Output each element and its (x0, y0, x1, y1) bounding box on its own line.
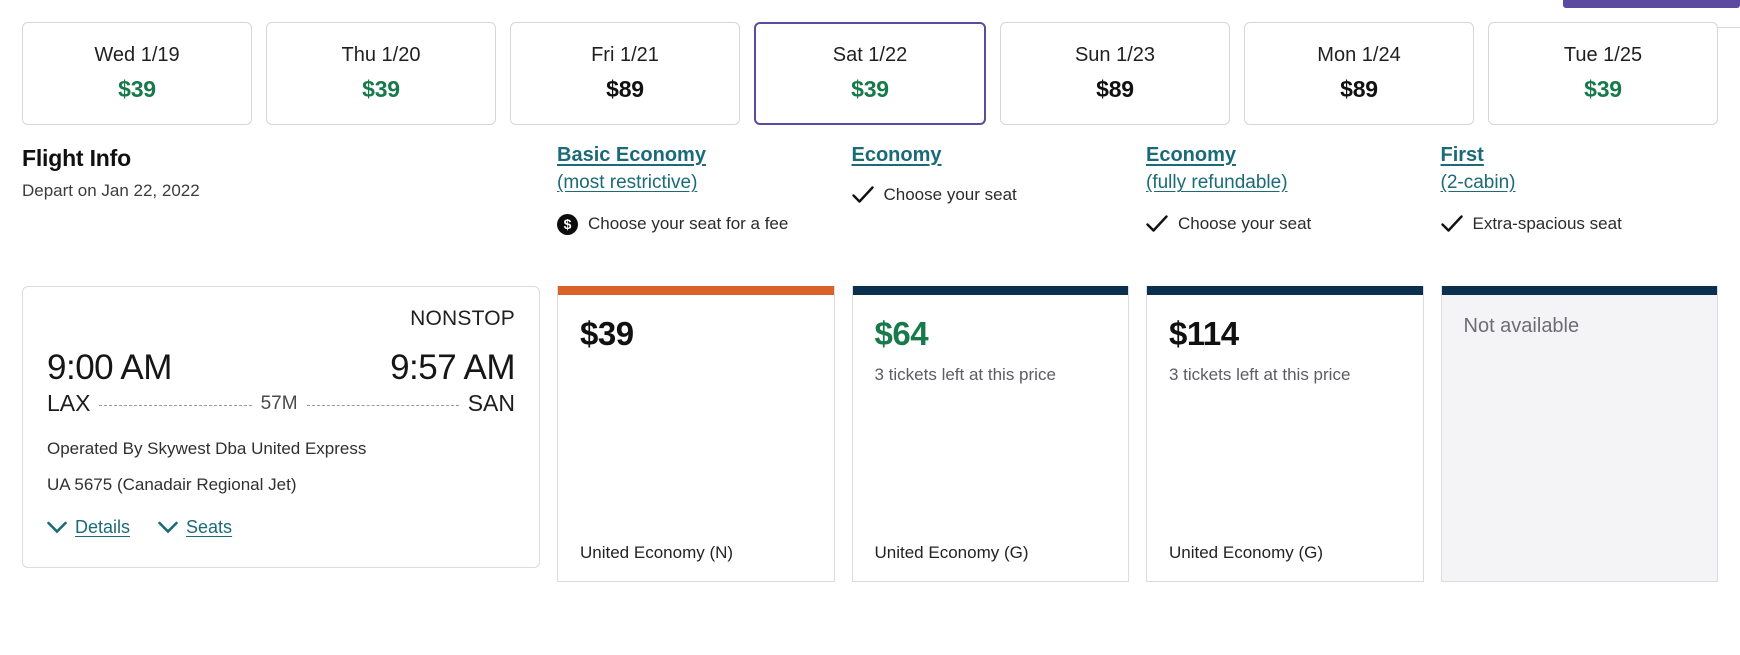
fare-column-header-2: Economy (fully refundable) Choose your sea… (1129, 136, 1424, 256)
fare-class-sublink[interactable]: (2-cabin) (1441, 169, 1719, 197)
date-card-fri-1-21[interactable]: Fri 1/21 $89 (510, 22, 740, 125)
depart-time: 9:00 AM (47, 348, 172, 387)
fare-cell-3: Not available (1440, 286, 1718, 582)
details-label: Details (75, 517, 131, 537)
fare-cell-0[interactable]: $39 United Economy (N) (557, 286, 835, 582)
fare-feature-text: Extra-spacious seat (1472, 213, 1622, 233)
date-card-price: $89 (1340, 76, 1378, 102)
date-card-thu-1-20[interactable]: Thu 1/20 $39 (266, 22, 496, 125)
date-selector-strip: Wed 1/19 $39 Thu 1/20 $39 Fri 1/21 $89 Sat 1/2… (0, 22, 1740, 125)
check-icon (851, 186, 874, 204)
fare-header-row: Flight Info Depart on Jan 22, 2022 Basic… (0, 136, 1740, 256)
stops-label: NONSTOP (410, 307, 515, 330)
fare-cell-body: $114 3 tickets left at this price (1147, 295, 1423, 543)
fare-feature-line: Choose your seat (1146, 214, 1424, 234)
date-card-label: Sun 1/23 (1074, 44, 1156, 66)
date-card-price: $39 (1584, 76, 1622, 102)
date-card-label: Wed 1/19 (94, 44, 180, 66)
arrive-time: 9:57 AM (390, 348, 515, 387)
fare-cell-price: $64 (874, 315, 929, 352)
flight-info-header: Flight Info Depart on Jan 22, 2022 (22, 136, 540, 256)
fare-class-sublink[interactable]: (most restrictive) (557, 169, 835, 197)
fare-cell-topbar (1147, 286, 1423, 295)
fare-cell-1[interactable]: $64 3 tickets left at this price United Ec… (851, 286, 1129, 582)
fare-class-sublink[interactable]: (fully refundable) (1146, 169, 1424, 197)
date-card-price: $39 (851, 76, 889, 102)
date-card-label: Fri 1/21 (591, 44, 659, 66)
fare-cell-price: $114 (1169, 315, 1239, 352)
date-card-label: Thu 1/20 (341, 44, 421, 66)
date-card-price: $89 (1096, 76, 1134, 102)
fare-feature-line: Choose your seat (851, 185, 1130, 205)
fare-cells-container: $39 United Economy (N) $64 3 tickets left a… (540, 286, 1718, 582)
flight-number-label: UA 5675 (Canadair Regional Jet) (47, 475, 297, 494)
fare-feature-text: Choose your seat (883, 185, 1017, 205)
fare-column-header-1: Economy Choose your seat (835, 136, 1130, 256)
fare-cell-name: United Economy (G) (1169, 543, 1323, 562)
fare-column-headers: Basic Economy (most restrictive) $ Choose y… (540, 136, 1718, 256)
route-line-right (306, 404, 459, 406)
fare-cell-name: United Economy (N) (580, 543, 734, 562)
tickets-left-label: 3 tickets left at this price (1169, 365, 1351, 384)
duration-label: 57M (260, 392, 298, 414)
route-line-left (99, 404, 252, 406)
date-card-tue-1-25[interactable]: Tue 1/25 $39 (1488, 22, 1718, 125)
page-title: Flight Info (22, 145, 131, 171)
top-purple-bar[interactable] (1563, 0, 1740, 8)
date-card-sat-1-22[interactable]: Sat 1/22 $39 (754, 22, 986, 125)
fare-cell-body: Not available (1442, 295, 1718, 563)
date-card-price: $89 (606, 76, 644, 102)
fare-cell-name: United Economy (G) (874, 543, 1029, 562)
tickets-left-label: 3 tickets left at this price (874, 365, 1056, 384)
flight-card-links: Details Seats (47, 517, 515, 538)
fare-feature-line: Extra-spacious seat (1440, 213, 1719, 234)
fare-cell-name (1442, 563, 1718, 581)
route-row: LAX 57M SAN (47, 390, 515, 417)
date-card-price: $39 (118, 76, 156, 102)
chevron-down-icon (47, 521, 67, 534)
date-card-label: Mon 1/24 (1317, 44, 1401, 66)
destination-code: SAN (467, 390, 515, 416)
fare-class-link[interactable]: Economy (1146, 142, 1236, 168)
check-icon (1440, 215, 1463, 232)
date-card-price: $39 (362, 76, 400, 102)
date-card-mon-1-24[interactable]: Mon 1/24 $89 (1244, 22, 1474, 125)
fare-cell-2[interactable]: $114 3 tickets left at this price United E… (1146, 286, 1424, 582)
date-card-sun-1-23[interactable]: Sun 1/23 $89 (1000, 22, 1230, 125)
fare-cell-topbar (852, 286, 1128, 295)
fare-feature-text: Choose your seat (1178, 213, 1312, 233)
seats-toggle[interactable]: Seats (158, 517, 232, 538)
fare-cell-topbar (1441, 286, 1717, 295)
date-card-wed-1-19[interactable]: Wed 1/19 $39 (22, 22, 252, 125)
fare-feature-line: $ Choose your seat for a fee (557, 213, 835, 235)
fare-class-link[interactable]: Economy (852, 142, 942, 168)
check-icon (1146, 215, 1168, 232)
details-toggle[interactable]: Details (47, 517, 130, 538)
fare-cell-price: $39 (580, 315, 634, 352)
fare-cell-body: $64 3 tickets left at this price (853, 295, 1129, 543)
fare-class-link[interactable]: Basic Economy (557, 142, 706, 168)
flight-detail-card[interactable]: NONSTOP 9:00 AM 9:57 AM LAX 57M SAN Oper… (22, 286, 540, 568)
dollar-circle-icon: $ (557, 213, 578, 235)
fare-class-link[interactable]: First (1441, 142, 1484, 168)
date-card-label: Sat 1/22 (832, 44, 908, 66)
origin-code: LAX (47, 390, 91, 416)
fare-column-header-0: Basic Economy (most restrictive) $ Choose y… (540, 136, 835, 256)
fare-matrix-page: Wed 1/19 $39 Thu 1/20 $39 Fri 1/21 $89 Sat 1/2… (0, 0, 1740, 655)
fare-column-header-3: First (2-cabin) Extra-spacious seat (1424, 136, 1719, 256)
fare-body-row: NONSTOP 9:00 AM 9:57 AM LAX 57M SAN Oper… (0, 286, 1740, 582)
chevron-down-icon (158, 521, 178, 534)
fare-feature-text: Choose your seat for a fee (588, 214, 789, 234)
not-available-label: Not available (1463, 315, 1580, 337)
seats-label: Seats (186, 517, 233, 537)
fare-cell-body: $39 (558, 295, 834, 543)
fare-cell-topbar (558, 286, 834, 295)
times-row: 9:00 AM 9:57 AM (47, 348, 515, 388)
depart-date-label: Depart on Jan 22, 2022 (22, 181, 200, 200)
date-card-label: Tue 1/25 (1563, 44, 1643, 66)
operated-by-label: Operated By Skywest Dba United Express (47, 439, 367, 458)
